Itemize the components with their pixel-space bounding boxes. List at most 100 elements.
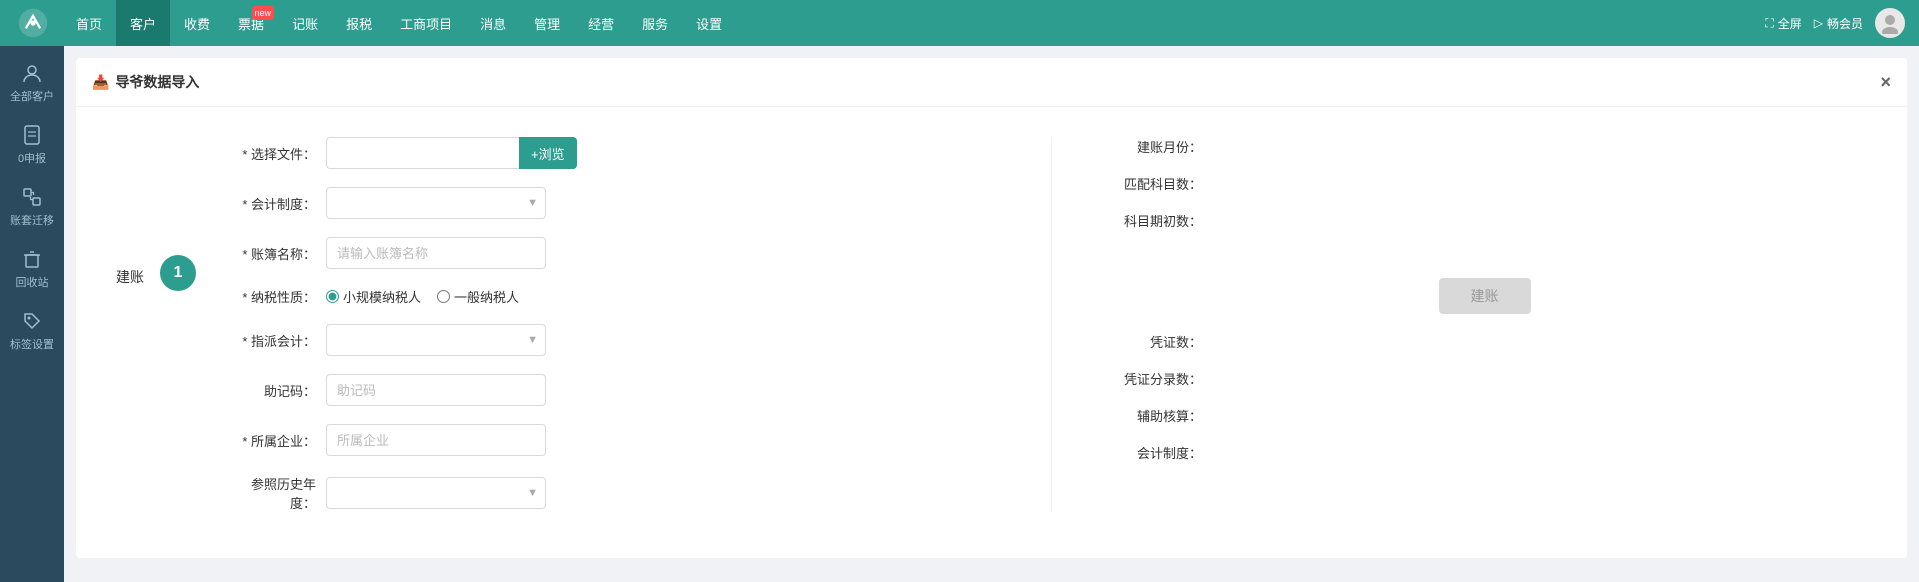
step-label: 建账 bbox=[116, 137, 144, 287]
form-section: * 选择文件： +浏览 * 会计制度： ▼ bbox=[236, 137, 1001, 512]
auxiliary-label: 辅助核算： bbox=[1102, 406, 1202, 425]
accounting-system-select-wrap: ▼ bbox=[326, 187, 546, 219]
transfer-icon bbox=[21, 186, 43, 208]
tax-type-row: * 纳税性质： 小规模纳税人 一般纳税人 bbox=[236, 287, 1001, 306]
panel-body: 建账 1 * 选择文件： +浏览 * 会计制度： bbox=[76, 107, 1907, 542]
layout: 全部客户 0申报账套迁移回收站标签设置 📥 导爷数据导入 × 建账 1 * 选择文… bbox=[0, 46, 1919, 582]
memo-label: 助记码： bbox=[236, 381, 316, 400]
nav-item-经营[interactable]: 经营 bbox=[574, 0, 628, 46]
radio-general-input[interactable] bbox=[437, 290, 450, 303]
voucher-row: 凭证数： bbox=[1102, 332, 1867, 351]
sidebar-item-全部客户[interactable]: 全部客户 bbox=[0, 54, 64, 112]
step-section: 建账 1 bbox=[116, 137, 196, 512]
nav-item-工商项目[interactable]: 工商项目 bbox=[386, 0, 466, 46]
sidebar-item-label: 回收站 bbox=[16, 274, 49, 290]
build-account-btn[interactable]: 建账 bbox=[1439, 278, 1531, 314]
match-subjects-row: 匹配科目数： bbox=[1102, 174, 1867, 193]
ledger-name-input[interactable] bbox=[326, 237, 546, 269]
fullscreen-btn[interactable]: ⛶ 全屏 bbox=[1765, 15, 1801, 32]
accountant-row: * 指派会计： ▼ bbox=[236, 324, 1001, 356]
sidebar-item-账套迁移[interactable]: 账套迁移 bbox=[0, 178, 64, 236]
build-month-label: 建账月份： bbox=[1102, 137, 1202, 156]
nav-logo bbox=[10, 0, 56, 46]
subjects-initial-label: 科目期初数： bbox=[1102, 211, 1202, 230]
build-month-row: 建账月份： bbox=[1102, 137, 1867, 156]
match-subjects-label: 匹配科目数： bbox=[1102, 174, 1202, 193]
panel-title: 导爷数据导入 bbox=[115, 72, 199, 92]
accountant-select[interactable] bbox=[326, 324, 546, 356]
member-btn[interactable]: ▷ 畅会员 bbox=[1814, 15, 1863, 32]
file-input-wrap: +浏览 bbox=[326, 137, 546, 169]
panel-header-icon: 📥 bbox=[92, 74, 109, 91]
sidebar-item-label: 账套迁移 bbox=[10, 212, 54, 228]
radio-general-taxpayer[interactable]: 一般纳税人 bbox=[437, 287, 519, 306]
memo-input[interactable] bbox=[326, 374, 546, 406]
sidebar: 全部客户 0申报账套迁移回收站标签设置 bbox=[0, 46, 64, 582]
sidebar-item-标签设置[interactable]: 标签设置 bbox=[0, 302, 64, 360]
nav-item-票据[interactable]: 票据new bbox=[224, 0, 278, 46]
tax-type-label: * 纳税性质： bbox=[236, 287, 316, 306]
accountant-select-wrap: ▼ bbox=[326, 324, 546, 356]
nav-item-服务[interactable]: 服务 bbox=[628, 0, 682, 46]
nav-item-记账[interactable]: 记账 bbox=[278, 0, 332, 46]
file-input[interactable] bbox=[326, 137, 519, 169]
divider bbox=[1051, 137, 1052, 512]
right-section: 建账月份： 匹配科目数： 科目期初数： 建账 bbox=[1102, 137, 1867, 512]
main-content: 📥 导爷数据导入 × 建账 1 * 选择文件： +浏览 bbox=[64, 46, 1919, 582]
browse-btn[interactable]: +浏览 bbox=[519, 137, 577, 169]
file-label: * 选择文件： bbox=[236, 144, 316, 163]
radio-general-label: 一般纳税人 bbox=[454, 287, 519, 306]
voucher-label: 凭证数： bbox=[1102, 332, 1202, 351]
sidebar-item-回收站[interactable]: 回收站 bbox=[0, 240, 64, 298]
nav-item-报税[interactable]: 报税 bbox=[332, 0, 386, 46]
ledger-name-label: * 账簿名称： bbox=[236, 244, 316, 263]
right-accounting-system-row: 会计制度： bbox=[1102, 443, 1867, 462]
radio-small-label: 小规模纳税人 bbox=[343, 287, 421, 306]
nav-right: ⛶ 全屏 ▷ 畅会员 bbox=[1765, 8, 1919, 38]
accounting-system-select[interactable] bbox=[326, 187, 546, 219]
file-icon bbox=[21, 124, 43, 146]
accounting-system-label: * 会计制度： bbox=[236, 194, 316, 213]
nav-items: 首页客户收费票据new记账报税工商项目消息管理经营服务设置 bbox=[62, 0, 1765, 46]
file-row: * 选择文件： +浏览 bbox=[236, 137, 1001, 169]
step-circle: 1 bbox=[160, 255, 196, 291]
history-year-select-wrap: ▼ bbox=[326, 477, 546, 509]
company-row: * 所属企业： bbox=[236, 424, 1001, 456]
sidebar-item-label: 0申报 bbox=[18, 150, 46, 166]
import-panel: 📥 导爷数据导入 × 建账 1 * 选择文件： +浏览 bbox=[76, 58, 1907, 558]
top-nav: 首页客户收费票据new记账报税工商项目消息管理经营服务设置 ⛶ 全屏 ▷ 畅会员 bbox=[0, 0, 1919, 46]
sidebar-item-label: 全部客户 bbox=[10, 88, 54, 104]
auxiliary-row: 辅助核算： bbox=[1102, 406, 1867, 425]
tax-type-radio-group: 小规模纳税人 一般纳税人 bbox=[326, 287, 519, 306]
nav-item-首页[interactable]: 首页 bbox=[62, 0, 116, 46]
company-label: * 所属企业： bbox=[236, 431, 316, 450]
nav-item-设置[interactable]: 设置 bbox=[682, 0, 736, 46]
avatar[interactable] bbox=[1875, 8, 1905, 38]
right-accounting-system-label: 会计制度： bbox=[1102, 443, 1202, 462]
history-year-select[interactable] bbox=[326, 477, 546, 509]
ledger-name-row: * 账簿名称： bbox=[236, 237, 1001, 269]
sidebar-item-0申报[interactable]: 0申报 bbox=[0, 116, 64, 174]
subjects-initial-row: 科目期初数： bbox=[1102, 211, 1867, 230]
accounting-system-row: * 会计制度： ▼ bbox=[236, 187, 1001, 219]
people-icon bbox=[21, 62, 43, 84]
radio-small-taxpayer[interactable]: 小规模纳税人 bbox=[326, 287, 421, 306]
history-year-label: 参照历史年度： bbox=[236, 474, 316, 512]
tag-icon bbox=[21, 310, 43, 332]
voucher-records-row: 凭证分录数： bbox=[1102, 369, 1867, 388]
nav-item-客户[interactable]: 客户 bbox=[116, 0, 170, 46]
company-input[interactable] bbox=[326, 424, 546, 456]
voucher-records-label: 凭证分录数： bbox=[1102, 369, 1202, 388]
trash-icon bbox=[21, 248, 43, 270]
nav-item-收费[interactable]: 收费 bbox=[170, 0, 224, 46]
memo-row: 助记码： bbox=[236, 374, 1001, 406]
sidebar-item-label: 标签设置 bbox=[10, 336, 54, 352]
nav-item-管理[interactable]: 管理 bbox=[520, 0, 574, 46]
nav-item-消息[interactable]: 消息 bbox=[466, 0, 520, 46]
radio-small-input[interactable] bbox=[326, 290, 339, 303]
close-btn[interactable]: × bbox=[1880, 73, 1891, 91]
panel-header: 📥 导爷数据导入 × bbox=[76, 58, 1907, 107]
accountant-label: * 指派会计： bbox=[236, 331, 316, 350]
build-btn-wrap: 建账 bbox=[1102, 258, 1867, 314]
history-year-row: 参照历史年度： ▼ bbox=[236, 474, 1001, 512]
